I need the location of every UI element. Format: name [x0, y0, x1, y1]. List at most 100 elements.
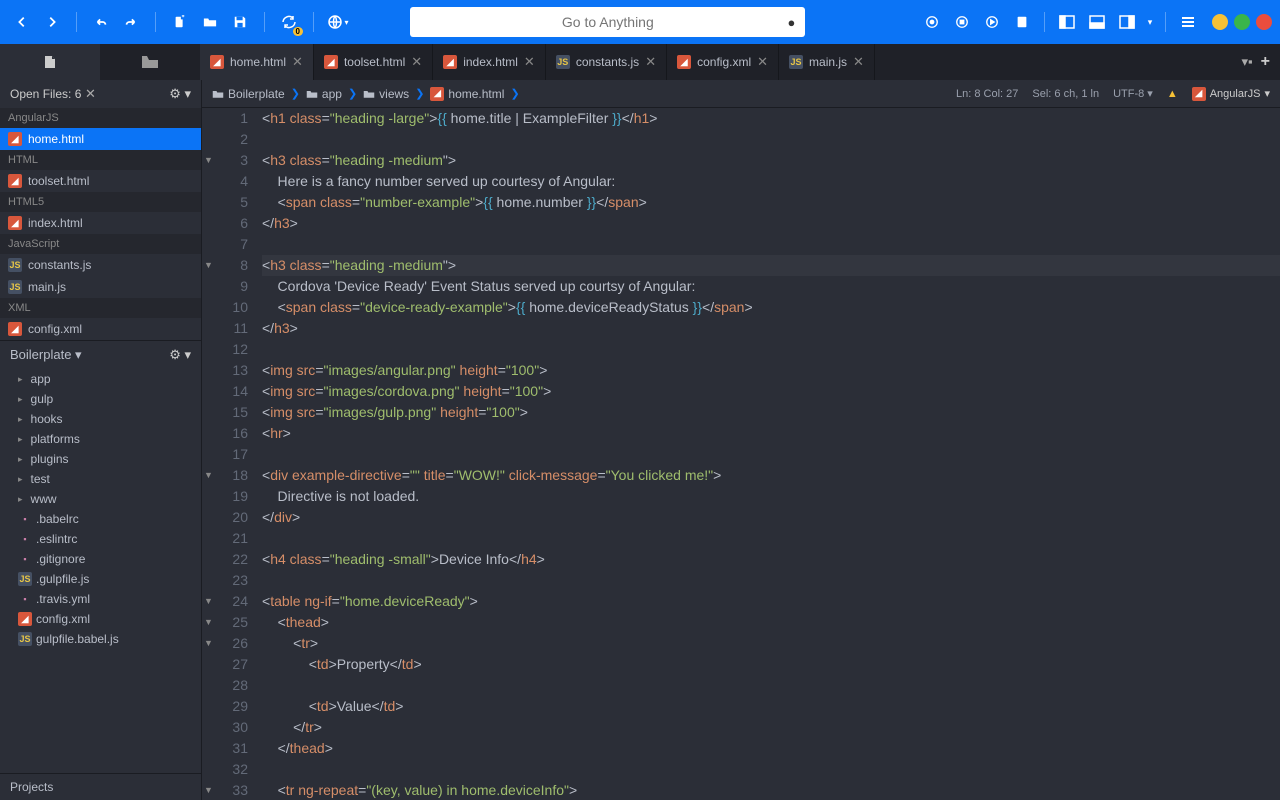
line-number[interactable]: ▼24 [202, 591, 248, 612]
code-line[interactable]: <tr ng-repeat="(key, value) in home.devi… [262, 780, 1280, 800]
go-to-anything-search[interactable]: ● [410, 7, 805, 37]
line-number[interactable]: 20 [202, 507, 248, 528]
code-line[interactable]: <hr> [262, 423, 1280, 444]
folder-item[interactable]: hooks [0, 409, 201, 429]
file-item[interactable]: ◢config.xml [0, 609, 201, 629]
save-button[interactable] [226, 8, 254, 36]
line-number[interactable]: 7 [202, 234, 248, 255]
line-number[interactable]: 13 [202, 360, 248, 381]
file-item[interactable]: ▪.travis.yml [0, 589, 201, 609]
line-number[interactable]: 19 [202, 486, 248, 507]
close-tab-icon[interactable]: ✕ [524, 54, 535, 70]
code-line[interactable]: </thead> [262, 738, 1280, 759]
open-file-item[interactable]: ◢toolset.html [0, 170, 201, 192]
file-tab[interactable]: ◢index.html✕ [433, 44, 546, 80]
line-number[interactable]: 5 [202, 192, 248, 213]
code-line[interactable]: <td>Property</td> [262, 654, 1280, 675]
code-line[interactable]: </h3> [262, 318, 1280, 339]
fold-icon[interactable]: ▼ [204, 633, 213, 654]
fold-icon[interactable]: ▼ [204, 780, 213, 800]
code-line[interactable] [262, 675, 1280, 696]
close-open-files-icon[interactable]: ✕ [85, 86, 96, 101]
file-item[interactable]: ▪.eslintrc [0, 529, 201, 549]
code-line[interactable] [262, 129, 1280, 150]
redo-button[interactable] [117, 8, 145, 36]
sync-button[interactable]: 0 [275, 8, 303, 36]
selection-info[interactable]: Sel: 6 ch, 1 ln [1032, 88, 1099, 100]
breadcrumb-segment[interactable]: Boilerplate [212, 87, 285, 101]
file-item[interactable]: JS.gulpfile.js [0, 569, 201, 589]
code-line[interactable] [262, 339, 1280, 360]
play-macro-button[interactable] [978, 8, 1006, 36]
file-tab[interactable]: ◢home.html✕ [200, 44, 314, 80]
close-tab-icon[interactable]: ✕ [292, 54, 303, 70]
code-line[interactable] [262, 444, 1280, 465]
open-file-item[interactable]: ◢home.html [0, 128, 201, 150]
back-button[interactable] [8, 8, 36, 36]
file-item[interactable]: ▪.gitignore [0, 549, 201, 569]
line-number[interactable]: 32 [202, 759, 248, 780]
language-selector[interactable]: ◢AngularJS ▾ [1192, 87, 1270, 101]
new-tab-button[interactable]: + [1261, 53, 1270, 71]
files-tab[interactable] [100, 44, 200, 80]
code-line[interactable]: <img src="images/gulp.png" height="100"> [262, 402, 1280, 423]
code-line[interactable]: <div example-directive="" title="WOW!" c… [262, 465, 1280, 486]
close-tab-icon[interactable]: ✕ [645, 54, 656, 70]
line-number[interactable]: 15 [202, 402, 248, 423]
close-tab-icon[interactable]: ✕ [853, 54, 864, 70]
code-editor[interactable]: 12▼34567▼891011121314151617▼181920212223… [202, 108, 1280, 800]
folder-item[interactable]: app [0, 369, 201, 389]
code-line[interactable]: <tr> [262, 633, 1280, 654]
file-item[interactable]: JSgulpfile.babel.js [0, 629, 201, 649]
open-file-item[interactable]: ◢index.html [0, 212, 201, 234]
minimize-window-button[interactable] [1212, 14, 1228, 30]
line-number[interactable]: ▼33 [202, 780, 248, 800]
code-line[interactable] [262, 234, 1280, 255]
code-line[interactable]: <h1 class="heading -large">{{ home.title… [262, 108, 1280, 129]
cursor-position[interactable]: Ln: 8 Col: 27 [956, 88, 1018, 100]
fold-icon[interactable]: ▼ [204, 612, 213, 633]
folder-item[interactable]: www [0, 489, 201, 509]
code-line[interactable]: <h3 class="heading -medium"> [262, 255, 1280, 276]
line-number[interactable]: ▼25 [202, 612, 248, 633]
code-line[interactable] [262, 570, 1280, 591]
close-tab-icon[interactable]: ✕ [757, 54, 768, 70]
line-number[interactable]: 1 [202, 108, 248, 129]
line-number[interactable]: 4 [202, 171, 248, 192]
tab-list-button[interactable]: ▾▪ [1242, 54, 1253, 70]
open-files-settings-icon[interactable]: ⚙ ▾ [169, 86, 191, 102]
line-number[interactable]: 21 [202, 528, 248, 549]
code-line[interactable]: </tr> [262, 717, 1280, 738]
folder-item[interactable]: platforms [0, 429, 201, 449]
line-number[interactable]: ▼8 [202, 255, 248, 276]
code-line[interactable]: <table ng-if="home.deviceReady"> [262, 591, 1280, 612]
breadcrumb-segment[interactable]: ◢home.html [430, 87, 504, 101]
code-line[interactable]: Directive is not loaded. [262, 486, 1280, 507]
warning-icon[interactable]: ▲ [1167, 88, 1178, 100]
fold-icon[interactable]: ▼ [204, 255, 213, 276]
new-file-button[interactable] [166, 8, 194, 36]
code-line[interactable]: <img src="images/angular.png" height="10… [262, 360, 1280, 381]
fold-icon[interactable]: ▼ [204, 465, 213, 486]
code-line[interactable]: <span class="device-ready-example">{{ ho… [262, 297, 1280, 318]
code-line[interactable] [262, 759, 1280, 780]
code-line[interactable]: </h3> [262, 213, 1280, 234]
line-number[interactable]: ▼3 [202, 150, 248, 171]
code-line[interactable]: </div> [262, 507, 1280, 528]
line-number[interactable]: 29 [202, 696, 248, 717]
open-file-button[interactable] [196, 8, 224, 36]
line-number[interactable]: 16 [202, 423, 248, 444]
maximize-window-button[interactable] [1234, 14, 1250, 30]
file-tab[interactable]: JSconstants.js✕ [546, 44, 667, 80]
code-line[interactable]: <td>Value</td> [262, 696, 1280, 717]
code-line[interactable]: <h4 class="heading -small">Device Info</… [262, 549, 1280, 570]
project-settings-icon[interactable]: ⚙ ▾ [169, 347, 191, 363]
line-number[interactable]: 28 [202, 675, 248, 696]
line-number[interactable]: 10 [202, 297, 248, 318]
line-number[interactable]: 2 [202, 129, 248, 150]
breadcrumb-segment[interactable]: views [363, 87, 409, 101]
line-number[interactable]: 17 [202, 444, 248, 465]
open-file-item[interactable]: JSmain.js [0, 276, 201, 298]
file-item[interactable]: ▪.babelrc [0, 509, 201, 529]
search-input[interactable] [422, 14, 793, 30]
